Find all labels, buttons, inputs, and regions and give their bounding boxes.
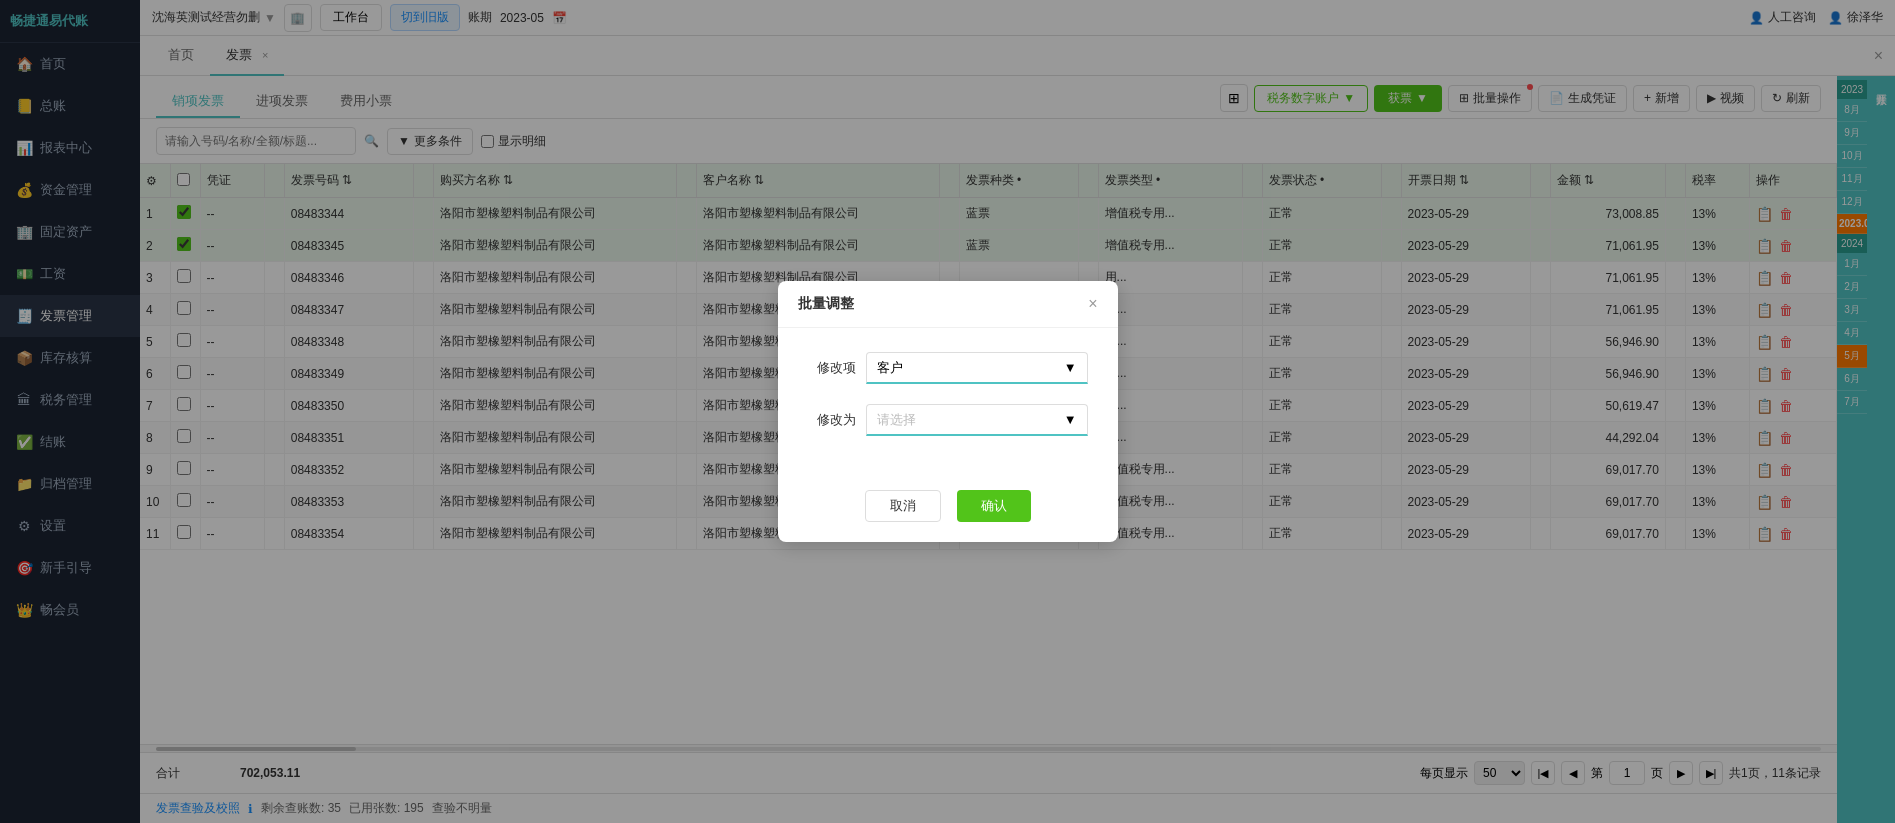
cancel-button[interactable]: 取消	[865, 490, 941, 522]
batch-adjust-modal: 批量调整 × 修改项 客户 ▼ 修改为 请选择 ▼ 取消 确认	[778, 281, 1118, 542]
field-select[interactable]: 客户 ▼	[866, 352, 1088, 384]
value-placeholder: 请选择	[877, 411, 916, 429]
modal-header: 批量调整 ×	[778, 281, 1118, 328]
value-select[interactable]: 请选择 ▼	[866, 404, 1088, 436]
modal-close-button[interactable]: ×	[1088, 295, 1097, 313]
field-row: 修改项 客户 ▼	[808, 352, 1088, 384]
modal-footer: 取消 确认	[778, 480, 1118, 542]
modal-title: 批量调整	[798, 295, 854, 313]
modal-overlay: 批量调整 × 修改项 客户 ▼ 修改为 请选择 ▼ 取消 确认	[0, 0, 1895, 823]
value-dropdown-icon: ▼	[1064, 412, 1077, 427]
field-value: 客户	[877, 359, 903, 377]
confirm-button[interactable]: 确认	[957, 490, 1031, 522]
modal-body: 修改项 客户 ▼ 修改为 请选择 ▼	[778, 328, 1118, 480]
value-row: 修改为 请选择 ▼	[808, 404, 1088, 436]
value-label: 修改为	[808, 411, 856, 429]
field-dropdown-icon: ▼	[1064, 360, 1077, 375]
field-label: 修改项	[808, 359, 856, 377]
